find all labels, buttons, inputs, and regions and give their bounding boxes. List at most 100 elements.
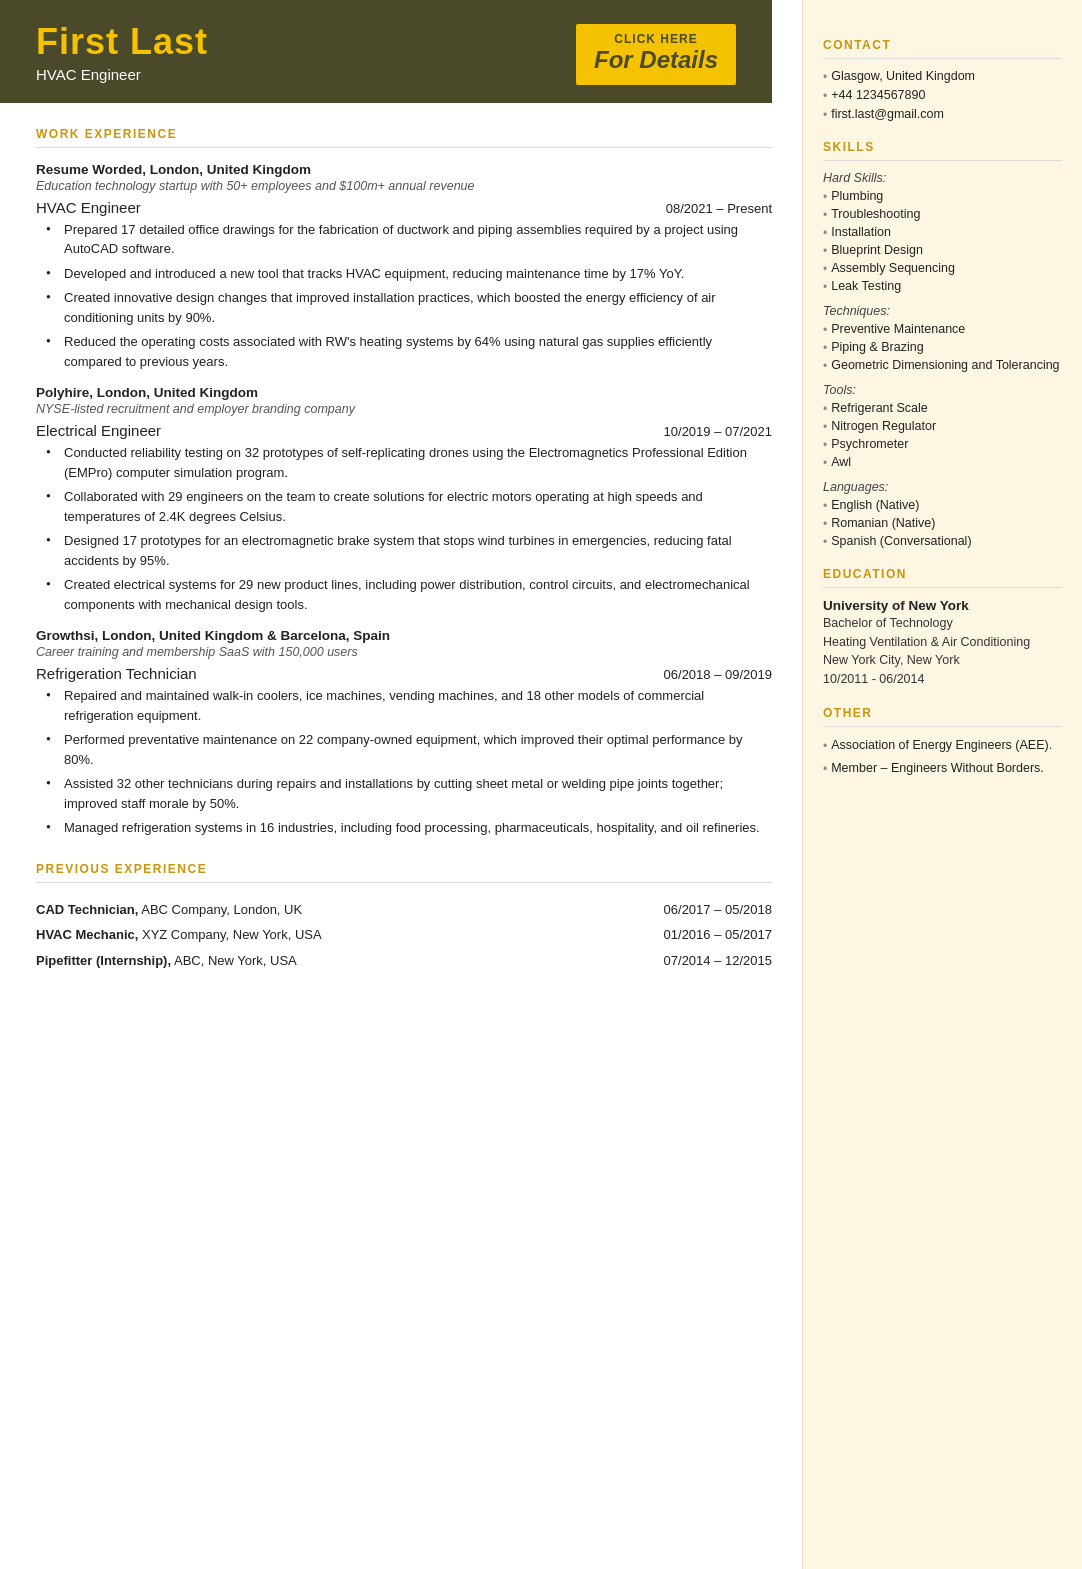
prev-exp-dates-1: 06/2017 – 05/2018 xyxy=(569,897,772,923)
bullet-icon: • xyxy=(823,323,827,337)
prev-exp-role-rest-1: ABC Company, London, UK xyxy=(138,902,302,917)
bullet-icon: • xyxy=(823,262,827,276)
prev-exp-row-1: CAD Technician, ABC Company, London, UK … xyxy=(36,897,772,923)
prev-exp-row-2: HVAC Mechanic, XYZ Company, New York, US… xyxy=(36,922,772,948)
job1-role-row: HVAC Engineer 08/2021 – Present xyxy=(36,199,772,216)
prev-exp-role-bold-2: HVAC Mechanic, xyxy=(36,927,138,942)
skill-troubleshooting: •Troubleshooting xyxy=(823,207,1062,222)
bullet-icon: • xyxy=(823,208,827,222)
job2-role-row: Electrical Engineer 10/2019 – 07/2021 xyxy=(36,422,772,439)
skill-english: •English (Native) xyxy=(823,498,1062,513)
bullet-icon-1: • xyxy=(823,70,827,84)
education-title: EDUCATION xyxy=(823,567,1062,581)
bullet-icon: • xyxy=(823,190,827,204)
contact-divider xyxy=(823,58,1062,59)
job3-bullet-1: Repaired and maintained walk-in coolers,… xyxy=(46,686,772,725)
bullet-icon: • xyxy=(823,402,827,416)
job3-dates: 06/2018 – 09/2019 xyxy=(664,667,772,682)
bullet-icon: • xyxy=(823,359,827,373)
skill-assembly: •Assembly Sequencing xyxy=(823,261,1062,276)
candidate-name: First Last xyxy=(36,22,208,62)
job3-bullet-3: Assisted 32 other technicians during rep… xyxy=(46,774,772,813)
skill-awl: •Awl xyxy=(823,455,1062,470)
other-divider xyxy=(823,726,1062,727)
click-here-top: CLICK HERE xyxy=(594,32,718,46)
contact-item-2: • +44 1234567890 xyxy=(823,88,1062,103)
edu-location: New York City, New York xyxy=(823,652,1062,670)
job1-bullet-4: Reduced the operating costs associated w… xyxy=(46,332,772,371)
bullet-icon: • xyxy=(823,738,827,755)
contact-phone: +44 1234567890 xyxy=(831,88,925,102)
job2-bullet-1: Conducted reliability testing on 32 prot… xyxy=(46,443,772,482)
skills-divider xyxy=(823,160,1062,161)
skill-installation: •Installation xyxy=(823,225,1062,240)
skill-prev-maint: •Preventive Maintenance xyxy=(823,322,1062,337)
prev-exp-role-rest-2: XYZ Company, New York, USA xyxy=(138,927,321,942)
job1-bullet-3: Created innovative design changes that i… xyxy=(46,288,772,327)
header-area: First Last HVAC Engineer CLICK HERE For … xyxy=(0,0,772,103)
prev-exp-role-bold-1: CAD Technician, xyxy=(36,902,138,917)
contact-email: first.last@gmail.com xyxy=(831,107,944,121)
job3-bullets: Repaired and maintained walk-in coolers,… xyxy=(36,686,772,838)
edu-school: University of New York xyxy=(823,598,1062,613)
job1-bullet-1: Prepared 17 detailed office drawings for… xyxy=(46,220,772,259)
job1-bullets: Prepared 17 detailed office drawings for… xyxy=(36,220,772,372)
bullet-icon-2: • xyxy=(823,89,827,103)
job2-bullets: Conducted reliability testing on 32 prot… xyxy=(36,443,772,614)
job2-company-header: Polyhire, London, United Kingdom xyxy=(36,385,772,400)
contact-title: CONTACT xyxy=(823,38,1062,52)
job3-role: Refrigeration Technician xyxy=(36,665,197,682)
contact-location: Glasgow, United Kingdom xyxy=(831,69,975,83)
other-text-1: Association of Energy Engineers (AEE). xyxy=(831,737,1052,755)
work-experience-title: WORK EXPERIENCE xyxy=(36,127,772,141)
job2-bullet-4: Created electrical systems for 29 new pr… xyxy=(46,575,772,614)
job1-company-desc: Education technology startup with 50+ em… xyxy=(36,179,772,193)
prev-exp-dates-3: 07/2014 – 12/2015 xyxy=(569,948,772,974)
bullet-icon: • xyxy=(823,517,827,531)
edu-dates: 10/2011 - 06/2014 xyxy=(823,671,1062,689)
prev-exp-role-2: HVAC Mechanic, XYZ Company, New York, US… xyxy=(36,922,569,948)
other-item-1: • Association of Energy Engineers (AEE). xyxy=(823,737,1062,755)
tools-label: Tools: xyxy=(823,383,1062,397)
job1-company-name: Resume Worded, London, United Kingdom xyxy=(36,162,311,177)
job2-company-bold: Polyhire, xyxy=(36,385,93,400)
bullet-icon: • xyxy=(823,761,827,778)
job3-company-name: Growthsi, London, United Kingdom & Barce… xyxy=(36,628,390,643)
job3-company-desc: Career training and membership SaaS with… xyxy=(36,645,772,659)
languages-label: Languages: xyxy=(823,480,1062,494)
candidate-job-title: HVAC Engineer xyxy=(36,66,208,83)
contact-item-3: • first.last@gmail.com xyxy=(823,107,1062,122)
prev-exp-divider xyxy=(36,882,772,883)
bullet-icon: • xyxy=(823,535,827,549)
job1-company-bold: Resume Worded, xyxy=(36,162,146,177)
other-text-2: Member – Engineers Without Borders. xyxy=(831,760,1044,778)
other-item-2: • Member – Engineers Without Borders. xyxy=(823,760,1062,778)
job3-company-header: Growthsi, London, United Kingdom & Barce… xyxy=(36,628,772,643)
hard-skills-label: Hard Skills: xyxy=(823,171,1062,185)
name-title-area: First Last HVAC Engineer xyxy=(36,22,208,83)
bullet-icon: • xyxy=(823,438,827,452)
job1-role: HVAC Engineer xyxy=(36,199,141,216)
prev-exp-dates-2: 01/2016 – 05/2017 xyxy=(569,922,772,948)
prev-exp-role-rest-3: ABC, New York, USA xyxy=(171,953,297,968)
skill-romanian: •Romanian (Native) xyxy=(823,516,1062,531)
prev-exp-role-bold-3: Pipefitter (Internship), xyxy=(36,953,171,968)
education-divider xyxy=(823,587,1062,588)
skill-spanish: •Spanish (Conversational) xyxy=(823,534,1062,549)
bullet-icon-3: • xyxy=(823,108,827,122)
job1-company-rest: London, United Kingdom xyxy=(146,162,311,177)
prev-exp-table: CAD Technician, ABC Company, London, UK … xyxy=(36,897,772,974)
bullet-icon: • xyxy=(823,499,827,513)
job3-company-bold: Growthsi, xyxy=(36,628,98,643)
prev-exp-title: PREVIOUS EXPERIENCE xyxy=(36,862,772,876)
contact-item-1: • Glasgow, United Kingdom xyxy=(823,69,1062,84)
left-column: First Last HVAC Engineer CLICK HERE For … xyxy=(0,0,802,1569)
job1-bullet-2: Developed and introduced a new tool that… xyxy=(46,264,772,284)
click-here-box[interactable]: CLICK HERE For Details xyxy=(576,24,736,85)
edu-degree: Bachelor of Technology xyxy=(823,615,1062,633)
job2-company-desc: NYSE-listed recruitment and employer bra… xyxy=(36,402,772,416)
skill-nitrogen: •Nitrogen Regulator xyxy=(823,419,1062,434)
bullet-icon: • xyxy=(823,420,827,434)
right-column: CONTACT • Glasgow, United Kingdom • +44 … xyxy=(802,0,1082,1569)
skill-refrigerant: •Refrigerant Scale xyxy=(823,401,1062,416)
